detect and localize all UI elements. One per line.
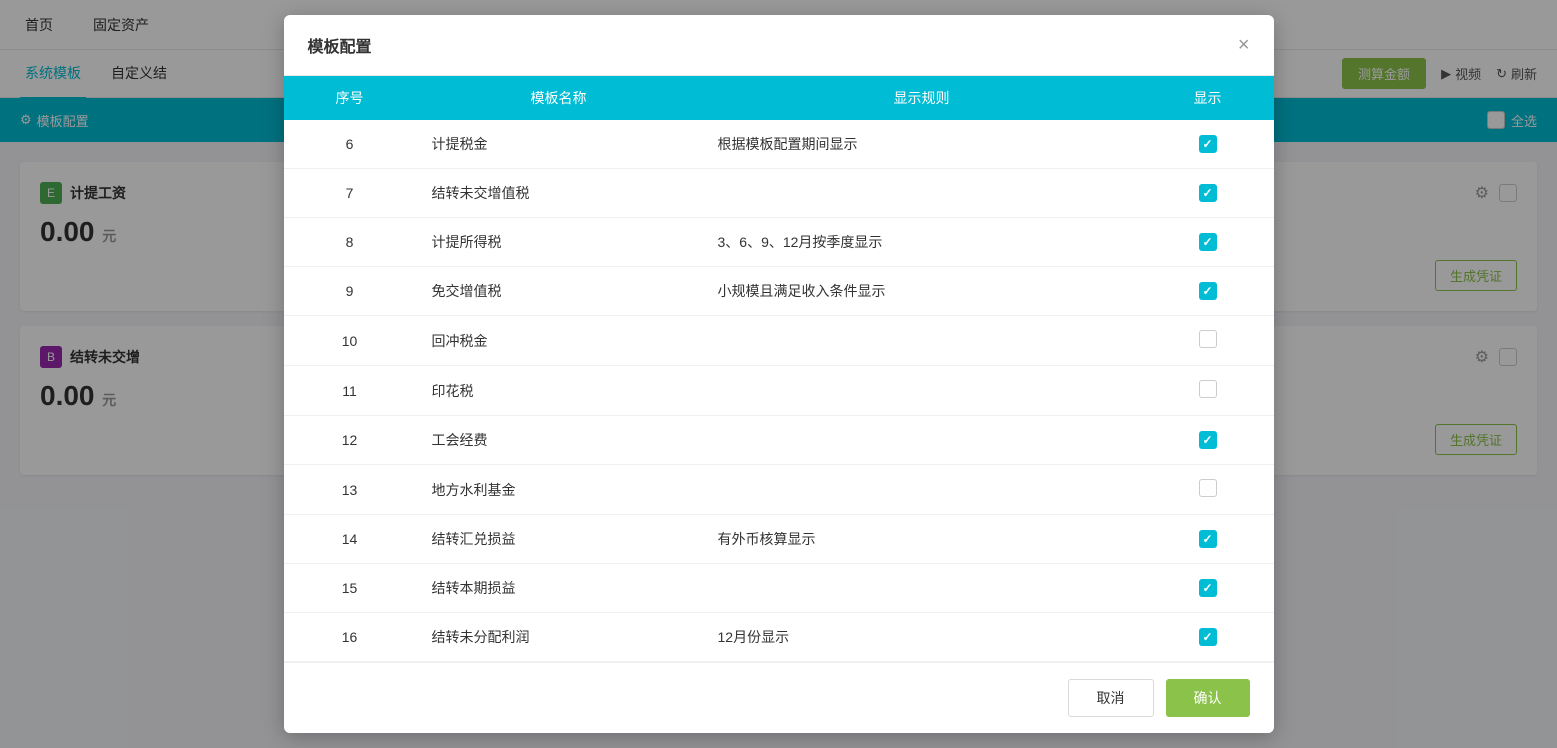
cell-name-8: 结转汇兑损益 — [416, 515, 702, 564]
cell-name-10: 结转未分配利润 — [416, 613, 702, 662]
cell-rule-7 — [702, 465, 1142, 515]
table-row: 6计提税金根据模板配置期间显示 — [284, 120, 1274, 169]
cell-rule-1 — [702, 169, 1142, 218]
cell-check-1 — [1142, 169, 1274, 218]
col-show: 显示 — [1142, 76, 1274, 120]
col-name: 模板名称 — [416, 76, 702, 120]
cell-name-3: 免交增值税 — [416, 267, 702, 316]
checkbox-2[interactable] — [1199, 233, 1217, 251]
modal-title: 模板配置 — [308, 33, 372, 57]
cell-seq-5: 11 — [284, 366, 416, 416]
checkbox-8[interactable] — [1199, 530, 1217, 548]
cell-rule-9 — [702, 564, 1142, 613]
modal-close-button[interactable]: × — [1238, 35, 1250, 55]
table-row: 15结转本期损益 — [284, 564, 1274, 613]
modal-overlay: 模板配置 × 序号 模板名称 显示规则 显示 6计提税金根据模板配置期间显示7结… — [0, 0, 1557, 748]
cell-name-5: 印花税 — [416, 366, 702, 416]
table-row: 11印花税 — [284, 366, 1274, 416]
cell-name-0: 计提税金 — [416, 120, 702, 169]
confirm-button[interactable]: 确认 — [1166, 679, 1250, 717]
modal-footer: 取消 确认 — [284, 662, 1274, 733]
cell-check-8 — [1142, 515, 1274, 564]
checkbox-5[interactable] — [1199, 380, 1217, 398]
checkbox-0[interactable] — [1199, 135, 1217, 153]
cell-check-2 — [1142, 218, 1274, 267]
table-row: 8计提所得税3、6、9、12月按季度显示 — [284, 218, 1274, 267]
cell-seq-9: 15 — [284, 564, 416, 613]
col-rule: 显示规则 — [702, 76, 1142, 120]
modal-body: 序号 模板名称 显示规则 显示 6计提税金根据模板配置期间显示7结转未交增值税8… — [284, 76, 1274, 662]
table-row: 14结转汇兑损益有外币核算显示 — [284, 515, 1274, 564]
table-row: 13地方水利基金 — [284, 465, 1274, 515]
cell-name-2: 计提所得税 — [416, 218, 702, 267]
cell-seq-0: 6 — [284, 120, 416, 169]
cell-check-3 — [1142, 267, 1274, 316]
cell-name-6: 工会经费 — [416, 416, 702, 465]
checkbox-10[interactable] — [1199, 628, 1217, 646]
cell-seq-8: 14 — [284, 515, 416, 564]
config-table: 序号 模板名称 显示规则 显示 6计提税金根据模板配置期间显示7结转未交增值税8… — [284, 76, 1274, 662]
cell-check-7 — [1142, 465, 1274, 515]
cell-seq-1: 7 — [284, 169, 416, 218]
cell-check-5 — [1142, 366, 1274, 416]
checkbox-4[interactable] — [1199, 330, 1217, 348]
cell-rule-10: 12月份显示 — [702, 613, 1142, 662]
cell-check-10 — [1142, 613, 1274, 662]
cell-seq-7: 13 — [284, 465, 416, 515]
cell-check-0 — [1142, 120, 1274, 169]
cell-name-7: 地方水利基金 — [416, 465, 702, 515]
checkbox-3[interactable] — [1199, 282, 1217, 300]
cell-check-6 — [1142, 416, 1274, 465]
table-row: 9免交增值税小规模且满足收入条件显示 — [284, 267, 1274, 316]
cell-seq-10: 16 — [284, 613, 416, 662]
cell-rule-2: 3、6、9、12月按季度显示 — [702, 218, 1142, 267]
cell-rule-4 — [702, 316, 1142, 366]
cell-rule-6 — [702, 416, 1142, 465]
col-seq: 序号 — [284, 76, 416, 120]
cell-check-4 — [1142, 316, 1274, 366]
cell-rule-8: 有外币核算显示 — [702, 515, 1142, 564]
cell-rule-5 — [702, 366, 1142, 416]
checkbox-7[interactable] — [1199, 479, 1217, 497]
checkbox-1[interactable] — [1199, 184, 1217, 202]
cell-name-9: 结转本期损益 — [416, 564, 702, 613]
cell-seq-4: 10 — [284, 316, 416, 366]
table-row: 7结转未交增值税 — [284, 169, 1274, 218]
modal-template-config: 模板配置 × 序号 模板名称 显示规则 显示 6计提税金根据模板配置期间显示7结… — [284, 15, 1274, 733]
cell-name-1: 结转未交增值税 — [416, 169, 702, 218]
cancel-button[interactable]: 取消 — [1068, 679, 1154, 717]
checkbox-9[interactable] — [1199, 579, 1217, 597]
cell-rule-3: 小规模且满足收入条件显示 — [702, 267, 1142, 316]
cell-name-4: 回冲税金 — [416, 316, 702, 366]
modal-header: 模板配置 × — [284, 15, 1274, 76]
cell-seq-2: 8 — [284, 218, 416, 267]
table-row: 10回冲税金 — [284, 316, 1274, 366]
checkbox-6[interactable] — [1199, 431, 1217, 449]
cell-check-9 — [1142, 564, 1274, 613]
table-row: 12工会经费 — [284, 416, 1274, 465]
table-row: 16结转未分配利润12月份显示 — [284, 613, 1274, 662]
cell-seq-3: 9 — [284, 267, 416, 316]
table-header-row: 序号 模板名称 显示规则 显示 — [284, 76, 1274, 120]
cell-seq-6: 12 — [284, 416, 416, 465]
cell-rule-0: 根据模板配置期间显示 — [702, 120, 1142, 169]
